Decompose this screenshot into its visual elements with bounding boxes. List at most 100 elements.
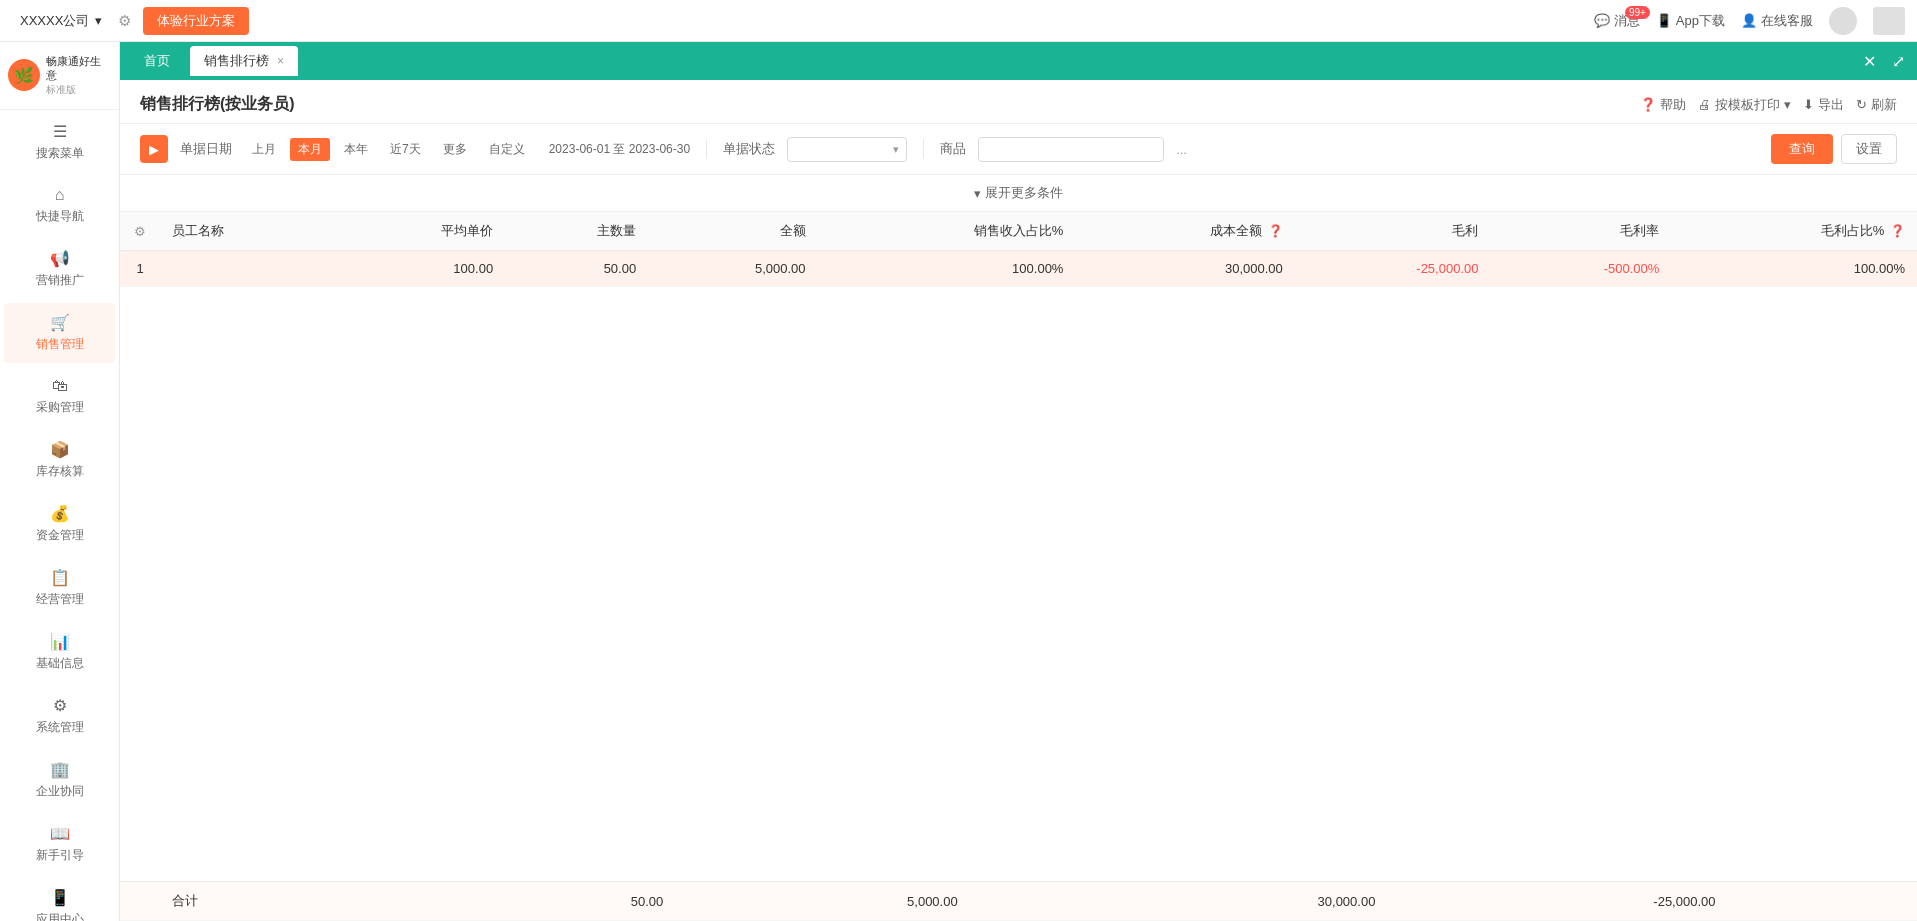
date-opt-cur-month[interactable]: 本月: [290, 138, 330, 161]
sidebar-label-purchase: 采购管理: [36, 399, 84, 416]
gross-pct-help-icon[interactable]: ❓: [1890, 224, 1905, 238]
tab-close-btn[interactable]: ×: [277, 54, 284, 68]
sidebar-item-system[interactable]: ⚙ 系统管理: [4, 686, 115, 746]
page-header: 销售排行榜(按业务员) ❓ 帮助 🖨 按模板打印 ▾ ⬇ 导出: [120, 80, 1917, 124]
top-right-area: 💬 消息 99+ 📱 App下载 👤 在线客服: [1594, 7, 1905, 35]
sidebar-item-marketing[interactable]: 📢 营销推广: [4, 239, 115, 299]
sidebar-label-base-info: 基础信息: [36, 655, 84, 672]
tab-bar-right: ✕ ⤢: [1859, 48, 1909, 75]
print-label: 按模板打印: [1715, 96, 1780, 114]
sidebar-item-enterprise[interactable]: 🏢 企业协同: [4, 750, 115, 810]
date-range-display: 2023-06-01 至 2023-06-30: [549, 141, 690, 158]
sidebar-item-sales[interactable]: 🛒 销售管理: [4, 303, 115, 363]
footer-sales-pct: [970, 882, 1065, 921]
date-filter-label: 单据日期: [180, 140, 232, 158]
th-cost: 成本全额 ❓: [1075, 212, 1294, 251]
trial-btn[interactable]: 体验行业方案: [143, 7, 249, 35]
refresh-btn[interactable]: ↻ 刷新: [1856, 96, 1897, 114]
status-select[interactable]: [787, 137, 907, 162]
more-options-btn[interactable]: ...: [1176, 142, 1187, 157]
settings-icon[interactable]: ⚙: [118, 12, 131, 30]
sidebar-item-app-center[interactable]: 📱 应用中心: [4, 878, 115, 921]
footer-gross-rate: [1728, 882, 1823, 921]
td-qty: 50.00: [505, 251, 648, 287]
sidebar-label-enterprise: 企业协同: [36, 783, 84, 800]
status-select-wrapper: [787, 137, 907, 162]
app-download-label: App下载: [1676, 12, 1725, 30]
td-name: [160, 251, 333, 287]
base-info-icon: 📊: [50, 632, 70, 651]
refresh-icon: ↻: [1856, 97, 1867, 112]
sidebar-item-quick-nav[interactable]: ⌂ 快捷导航: [4, 176, 115, 235]
export-btn[interactable]: ⬇ 导出: [1803, 96, 1844, 114]
td-avg-price: 100.00: [333, 251, 506, 287]
sidebar-item-operations[interactable]: 📋 经营管理: [4, 558, 115, 618]
date-opt-prev-month[interactable]: 上月: [244, 138, 284, 161]
date-opt-more[interactable]: 更多: [435, 138, 475, 161]
window-maximize-icon[interactable]: ⤢: [1888, 48, 1909, 75]
message-btn[interactable]: 💬 消息 99+: [1594, 12, 1640, 30]
expand-more-btn[interactable]: ▾ 展开更多条件: [964, 181, 1073, 205]
help-btn[interactable]: ❓ 帮助: [1640, 96, 1686, 114]
query-btn[interactable]: 查询: [1771, 134, 1833, 164]
help-label: 帮助: [1660, 96, 1686, 114]
inventory-icon: 📦: [50, 440, 70, 459]
date-opt-custom[interactable]: 自定义: [481, 138, 533, 161]
online-service-label: 在线客服: [1761, 12, 1813, 30]
avatar[interactable]: [1829, 7, 1857, 35]
online-service-btn[interactable]: 👤 在线客服: [1741, 12, 1813, 30]
date-opt-last7[interactable]: 近7天: [382, 138, 429, 161]
sidebar-item-guide[interactable]: 📖 新手引导: [4, 814, 115, 874]
sidebar-item-base-info[interactable]: 📊 基础信息: [4, 622, 115, 682]
page-actions: ❓ 帮助 🖨 按模板打印 ▾ ⬇ 导出 ↻ 刷新: [1640, 96, 1897, 114]
filter-separator-1: [706, 139, 707, 159]
logo-text-area: 畅康通好生意 标准版: [46, 54, 111, 97]
table-settings-btn[interactable]: 设置: [1841, 134, 1897, 164]
app-download-btn[interactable]: 📱 App下载: [1656, 12, 1725, 30]
window-close-icon[interactable]: ✕: [1859, 48, 1880, 75]
tab-label: 销售排行榜: [204, 52, 269, 70]
filter-bar: ▶ 单据日期 上月 本月 本年 近7天 更多 自定义 2023-06-01 至 …: [120, 124, 1917, 175]
product-input[interactable]: [987, 142, 1155, 157]
footer-qty: 50.00: [452, 882, 675, 921]
td-gross: -25,000.00: [1295, 251, 1491, 287]
user-name-area[interactable]: [1873, 7, 1905, 35]
sidebar-logo: 🌿 畅康通好生意 标准版: [0, 42, 119, 110]
date-opt-cur-year[interactable]: 本年: [336, 138, 376, 161]
export-label: 导出: [1818, 96, 1844, 114]
tab-sales-ranking[interactable]: 销售排行榜 ×: [190, 46, 298, 76]
product-filter-label: 商品: [940, 140, 966, 158]
footer-total: 合计 50.00 5,000.00 30,000.00 -25,000.00: [120, 881, 1917, 921]
sidebar-label-operations: 经营管理: [36, 591, 84, 608]
sales-icon: 🛒: [50, 313, 70, 332]
print-btn[interactable]: 🖨 按模板打印 ▾: [1698, 96, 1791, 114]
th-gross-rate: 毛利率: [1490, 212, 1671, 251]
col-settings-icon[interactable]: ⚙: [134, 224, 146, 239]
company-selector[interactable]: XXXXX公司 ▾: [12, 8, 110, 34]
purchase-icon: 🛍: [52, 377, 68, 395]
sidebar-item-purchase[interactable]: 🛍 采购管理: [4, 367, 115, 426]
th-gross: 毛利: [1295, 212, 1491, 251]
main-table: ⚙ 员工名称 平均单价 主数量 全额 销售收入占比% 成本全额 ❓ 毛利: [120, 212, 1917, 287]
main-layout: 🌿 畅康通好生意 标准版 ☰ 搜索菜单 ⌂ 快捷导航 📢 营销推广 🛒 销售管理…: [0, 42, 1917, 921]
top-bar: XXXXX公司 ▾ ⚙ 体验行业方案 💬 消息 99+ 📱 App下载 👤 在线…: [0, 0, 1917, 42]
td-gross-rate: -500.00%: [1490, 251, 1671, 287]
tab-home[interactable]: 首页: [128, 44, 186, 78]
content-area: 首页 销售排行榜 × ✕ ⤢ 销售排行榜(按业务员) ❓ 帮助: [120, 42, 1917, 921]
guide-icon: 📖: [50, 824, 70, 843]
cost-help-icon[interactable]: ❓: [1268, 224, 1283, 238]
filter-expand-icon[interactable]: ▶: [140, 135, 168, 163]
sidebar-item-search-order[interactable]: ☰ 搜索菜单: [4, 112, 115, 172]
expand-bar: ▾ 展开更多条件: [120, 175, 1917, 212]
sidebar-label-app-center: 应用中心: [36, 911, 84, 921]
finance-icon: 💰: [50, 504, 70, 523]
td-gross-pct: 100.00%: [1671, 251, 1917, 287]
sidebar-item-inventory[interactable]: 📦 库存核算: [4, 430, 115, 490]
th-name: 员工名称: [160, 212, 333, 251]
expand-down-icon: ▾: [974, 186, 981, 201]
print-chevron-icon: ▾: [1784, 97, 1791, 112]
product-input-wrapper: [978, 137, 1164, 162]
sidebar-label-sales: 销售管理: [36, 336, 84, 353]
th-avg-price: 平均单价: [333, 212, 506, 251]
sidebar-item-finance[interactable]: 💰 资金管理: [4, 494, 115, 554]
